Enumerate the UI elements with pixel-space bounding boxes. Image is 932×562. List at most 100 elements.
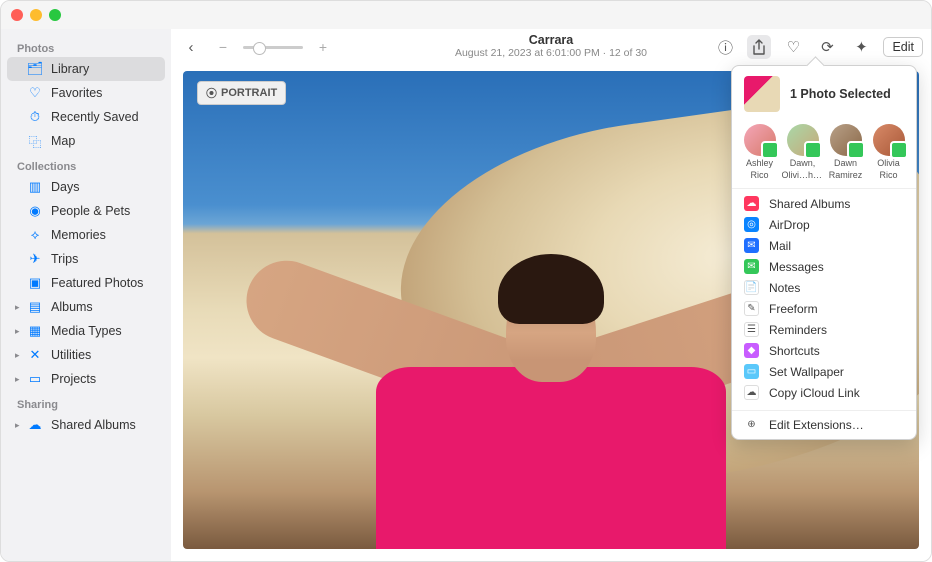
share-option-icon: ✎ (744, 301, 759, 316)
edit-extensions-item[interactable]: ⊕ Edit Extensions… (732, 414, 916, 435)
share-option-label: Copy iCloud Link (769, 386, 860, 400)
sidebar-label: Featured Photos (51, 276, 143, 290)
contact-name-line: Rico (750, 171, 768, 180)
sidebar-icon: ▥ (27, 179, 43, 195)
share-popover: 1 Photo Selected AshleyRicoDawn,Olivi…he… (731, 65, 917, 440)
share-option-icon: ◆ (744, 343, 759, 358)
share-option-copy-icloud-link[interactable]: ☁ Copy iCloud Link (732, 382, 916, 403)
share-option-label: AirDrop (769, 218, 810, 232)
sidebar-label: Library (51, 62, 89, 76)
info-button[interactable]: ⓘ (713, 35, 737, 59)
share-option-label: Mail (769, 239, 791, 253)
zoom-out-button[interactable]: − (211, 35, 235, 59)
sidebar-section: Photos (7, 39, 165, 57)
app-window: Photos 🗂Library ♡Favorites ⏱Recently Sav… (0, 0, 932, 562)
share-option-icon: ☁ (744, 385, 759, 400)
photo-title: Carrara (455, 34, 647, 48)
avatar (787, 124, 819, 156)
sidebar-item-projects[interactable]: ▸▭Projects (7, 367, 165, 391)
main-area: ‹ − + Carrara August 21, 2023 at 6:01:00… (171, 29, 931, 561)
back-button[interactable]: ‹ (179, 35, 203, 59)
share-contact[interactable]: Dawn,Olivi…hers (782, 124, 824, 180)
sidebar-label: Shared Albums (51, 418, 136, 432)
share-option-label: Notes (769, 281, 800, 295)
share-option-freeform[interactable]: ✎ Freeform (732, 298, 916, 319)
share-option-shortcuts[interactable]: ◆ Shortcuts (732, 340, 916, 361)
share-option-icon: ✉ (744, 238, 759, 253)
fullscreen-window-button[interactable] (49, 9, 61, 21)
share-option-label: Reminders (769, 323, 827, 337)
sidebar-item-days[interactable]: ▥ Days (7, 175, 165, 199)
auto-enhance-button[interactable]: ✦ (849, 35, 873, 59)
avatar (744, 124, 776, 156)
share-option-icon: ✉ (744, 259, 759, 274)
aperture-icon: ⦿ (206, 85, 217, 101)
sidebar-label: Trips (51, 252, 78, 266)
titlebar (1, 1, 931, 29)
photo-subtitle: August 21, 2023 at 6:01:00 PM · 12 of 30 (455, 48, 647, 60)
rotate-button[interactable]: ⟳ (815, 35, 839, 59)
minimize-window-button[interactable] (30, 9, 42, 21)
share-option-icon: ☁ (744, 196, 759, 211)
share-contact[interactable]: DawnRamirez (825, 124, 867, 180)
contact-name-line: Ramirez (829, 171, 863, 180)
contact-name-line: Rico (879, 171, 897, 180)
share-option-messages[interactable]: ✉Messages (732, 256, 916, 277)
sidebar-icon: ⏱ (27, 109, 43, 125)
sidebar-item-people-pets[interactable]: ◉People & Pets (7, 199, 165, 223)
sidebar-item-trips[interactable]: ✈ Trips (7, 247, 165, 271)
sidebar-label: People & Pets (51, 204, 130, 218)
zoom-slider[interactable] (243, 46, 303, 49)
share-option-label: Shared Albums (769, 197, 850, 211)
selection-thumbnail (744, 76, 780, 112)
sidebar-item-utilities[interactable]: ▸✕Utilities (7, 343, 165, 367)
share-option-label: Freeform (769, 302, 818, 316)
zoom-in-button[interactable]: + (311, 35, 335, 59)
sidebar-icon: ⟡ (27, 227, 43, 243)
sidebar-item-library[interactable]: 🗂Library (7, 57, 165, 81)
sidebar-icon: ▤ (27, 299, 43, 315)
sidebar-item-media-types[interactable]: ▸▦Media Types (7, 319, 165, 343)
avatar (830, 124, 862, 156)
share-option-label: Shortcuts (769, 344, 820, 358)
sidebar-item-memories[interactable]: ⟡ Memories (7, 223, 165, 247)
share-option-shared-albums[interactable]: ☁ Shared Albums (732, 193, 916, 214)
share-option-icon: ☰ (744, 322, 759, 337)
sidebar-item-shared-albums[interactable]: ▸☁Shared Albums (7, 413, 165, 437)
sidebar-label: Recently Saved (51, 110, 139, 124)
share-contact[interactable]: AshleyRico (739, 124, 781, 180)
sidebar-label: Memories (51, 228, 106, 242)
sidebar-label: Map (51, 134, 75, 148)
portrait-badge[interactable]: ⦿ PORTRAIT (197, 81, 286, 105)
sidebar-item-map[interactable]: ⿻Map (7, 129, 165, 153)
sidebar-item-featured-photos[interactable]: ▣ Featured Photos (7, 271, 165, 295)
sidebar-label: Days (51, 180, 79, 194)
selection-title: 1 Photo Selected (790, 87, 891, 101)
share-option-mail[interactable]: ✉ Mail (732, 235, 916, 256)
share-options-list: ☁ Shared Albums ◎AirDrop ✉ Mail ✉Messages📄Not… (732, 189, 916, 407)
contact-name-line: Dawn, (790, 159, 816, 168)
share-option-set-wallpaper[interactable]: ▭Set Wallpaper (732, 361, 916, 382)
share-button[interactable] (747, 35, 771, 59)
edit-extensions-label: Edit Extensions… (769, 418, 864, 432)
share-option-notes[interactable]: 📄Notes (732, 277, 916, 298)
sidebar: Photos 🗂Library ♡Favorites ⏱ Recently Sav… (1, 29, 171, 561)
share-contact[interactable]: OliviaRico (868, 124, 910, 180)
sidebar-label: Media Types (51, 324, 122, 338)
sidebar-icon: ☁ (27, 417, 43, 433)
sidebar-label: Albums (51, 300, 93, 314)
avatar (873, 124, 905, 156)
sidebar-item-favorites[interactable]: ♡Favorites (7, 81, 165, 105)
extensions-icon: ⊕ (744, 417, 759, 432)
edit-button[interactable]: Edit (883, 37, 923, 57)
sidebar-item-albums[interactable]: ▸▤Albums (7, 295, 165, 319)
sidebar-icon: ▣ (27, 275, 43, 291)
sidebar-icon: ▦ (27, 323, 43, 339)
share-option-airdrop[interactable]: ◎AirDrop (732, 214, 916, 235)
close-window-button[interactable] (11, 9, 23, 21)
sidebar-icon: ✈ (27, 251, 43, 267)
sidebar-label: Favorites (51, 86, 102, 100)
sidebar-item-recently-saved[interactable]: ⏱ Recently Saved (7, 105, 165, 129)
share-option-reminders[interactable]: ☰ Reminders (732, 319, 916, 340)
favorite-button[interactable]: ♡ (781, 35, 805, 59)
